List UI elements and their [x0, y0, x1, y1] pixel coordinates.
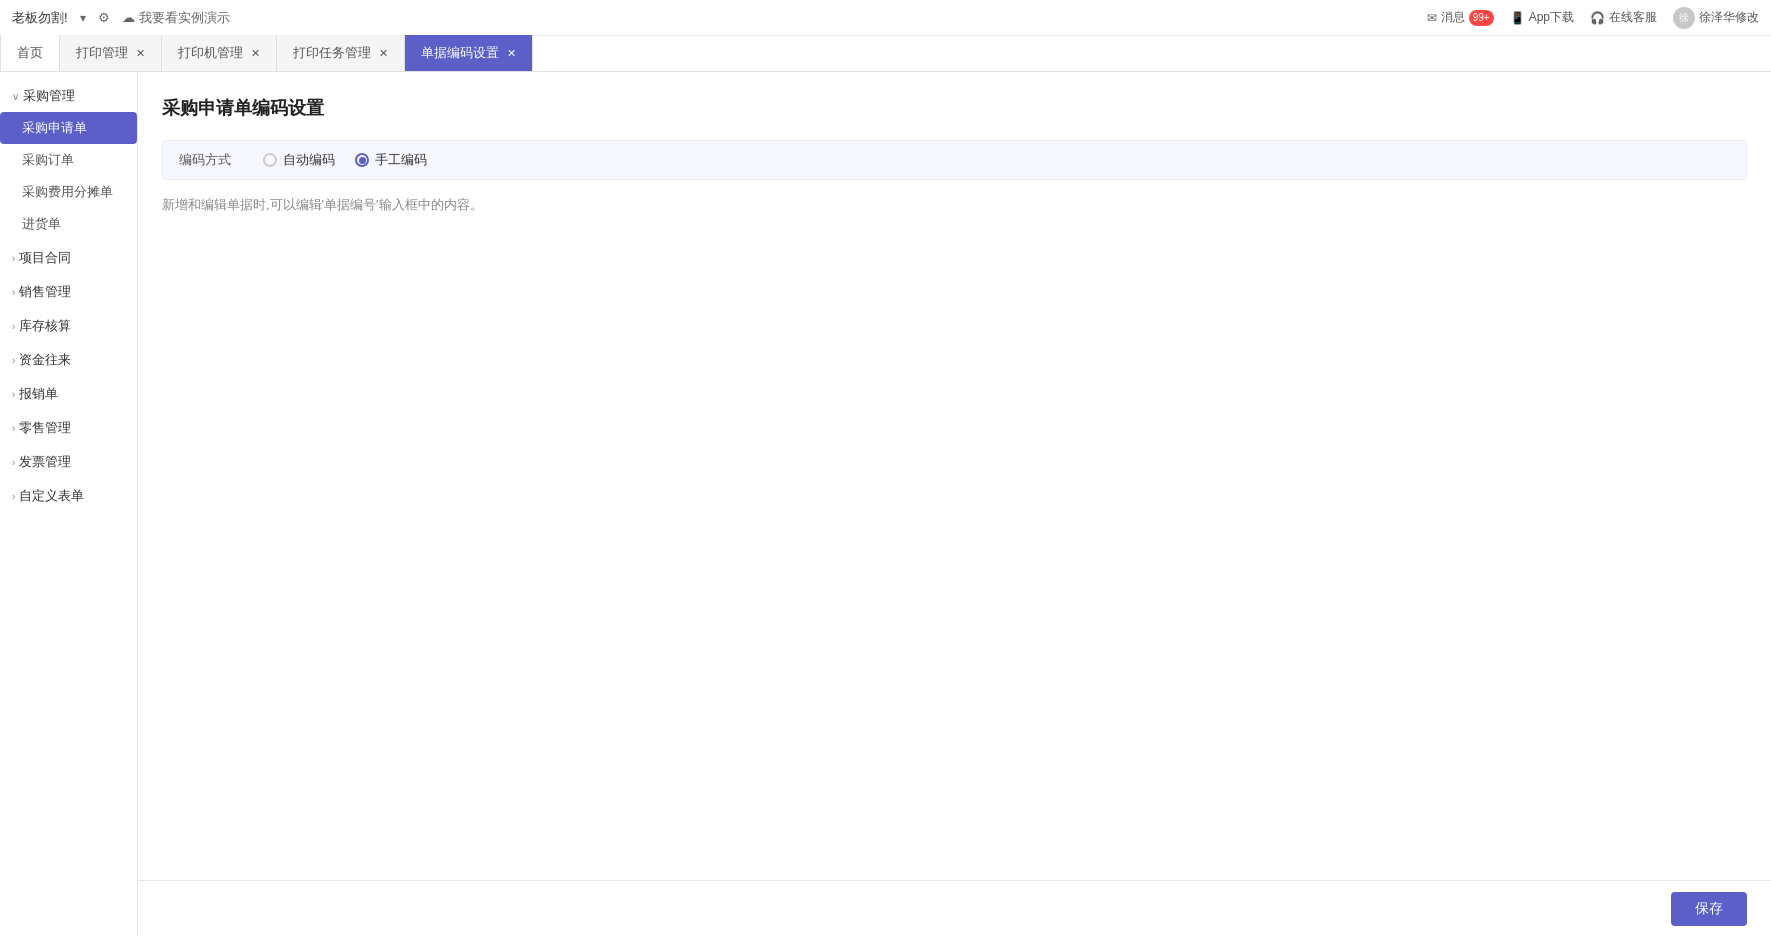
sidebar-group-sales-mgmt-label: 销售管理	[19, 283, 71, 301]
message-badge: 99+	[1469, 10, 1494, 26]
sidebar-group-custom-form: 自定义表单	[0, 480, 137, 512]
sidebar-group-sales-mgmt: 销售管理	[0, 276, 137, 308]
dropdown-arrow-icon[interactable]: ▾	[80, 11, 86, 25]
sidebar-group-fund-flow-label: 资金往来	[19, 351, 71, 369]
tab-print-task-mgmt-label: 打印任务管理	[293, 44, 371, 62]
sidebar-group-inventory: 库存核算	[0, 310, 137, 342]
settings-icon[interactable]: ⚙	[98, 10, 110, 25]
top-bar-left: 老板勿割! ▾ ⚙ ☁ 我要看实例演示	[12, 9, 230, 27]
coding-radio-group: 自动编码 手工编码	[263, 151, 427, 169]
arrow-icon	[12, 253, 15, 264]
sidebar: 采购管理 采购申请单 采购订单 采购费用分摊单 进货单 项目合同	[0, 72, 138, 936]
arrow-icon	[12, 91, 19, 102]
sidebar-group-inventory-title[interactable]: 库存核算	[0, 310, 137, 342]
message-button[interactable]: ✉ 消息 99+	[1427, 9, 1494, 26]
sidebar-group-retail-mgmt: 零售管理	[0, 412, 137, 444]
sidebar-item-purchase-expense-label: 采购费用分摊单	[22, 184, 113, 199]
top-bar-right: ✉ 消息 99+ 📱 App下载 🎧 在线客服 徐 徐泽华修改	[1427, 7, 1759, 29]
manual-code-radio-circle	[355, 153, 369, 167]
sidebar-group-purchase-mgmt-title[interactable]: 采购管理	[0, 80, 137, 112]
sidebar-group-custom-form-title[interactable]: 自定义表单	[0, 480, 137, 512]
app-title: 老板勿割!	[12, 9, 68, 27]
sidebar-group-sales-mgmt-title[interactable]: 销售管理	[0, 276, 137, 308]
tab-printer-mgmt-close[interactable]: ✕	[251, 47, 260, 60]
arrow-icon	[12, 389, 15, 400]
app-download-icon: 📱	[1510, 11, 1525, 25]
sidebar-group-project-contract-label: 项目合同	[19, 249, 71, 267]
tab-print-mgmt[interactable]: 打印管理 ✕	[60, 35, 162, 71]
demo-link[interactable]: ☁ 我要看实例演示	[122, 9, 230, 27]
sidebar-group-retail-mgmt-label: 零售管理	[19, 419, 71, 437]
tab-printer-mgmt[interactable]: 打印机管理 ✕	[162, 35, 277, 71]
coding-method-label: 编码方式	[179, 151, 239, 169]
online-service-button[interactable]: 🎧 在线客服	[1590, 9, 1657, 26]
arrow-icon	[12, 491, 15, 502]
manual-code-radio[interactable]: 手工编码	[355, 151, 427, 169]
tab-print-task-mgmt[interactable]: 打印任务管理 ✕	[277, 35, 405, 71]
sidebar-item-purchase-order[interactable]: 采购订单	[0, 144, 137, 176]
auto-code-label: 自动编码	[283, 151, 335, 169]
tab-home-label: 首页	[17, 44, 43, 62]
tab-printer-mgmt-label: 打印机管理	[178, 44, 243, 62]
arrow-icon	[12, 321, 15, 332]
main-layout: 采购管理 采购申请单 采购订单 采购费用分摊单 进货单 项目合同	[0, 72, 1771, 936]
sidebar-group-return-order-label: 报销单	[19, 385, 58, 403]
page-title: 采购申请单编码设置	[162, 96, 1747, 120]
cloud-icon: ☁	[122, 10, 135, 25]
tab-single-code-settings[interactable]: 单据编码设置 ✕	[405, 35, 533, 71]
auto-code-radio-circle	[263, 153, 277, 167]
sidebar-group-purchase-mgmt-label: 采购管理	[23, 87, 75, 105]
sidebar-group-fund-flow-title[interactable]: 资金往来	[0, 344, 137, 376]
arrow-icon	[12, 355, 15, 366]
sidebar-group-invoice-mgmt: 发票管理	[0, 446, 137, 478]
sidebar-group-inventory-label: 库存核算	[19, 317, 71, 335]
sidebar-group-return-order: 报销单	[0, 378, 137, 410]
tab-home[interactable]: 首页	[0, 35, 60, 71]
coding-method-row: 编码方式 自动编码 手工编码	[162, 140, 1747, 180]
tab-bar: 首页 打印管理 ✕ 打印机管理 ✕ 打印任务管理 ✕ 单据编码设置 ✕	[0, 36, 1771, 72]
sidebar-group-project-contract-title[interactable]: 项目合同	[0, 242, 137, 274]
content-inner: 采购申请单编码设置 编码方式 自动编码 手工编码 新增和编辑单据时,可以编辑'单…	[138, 72, 1771, 936]
sidebar-group-return-order-title[interactable]: 报销单	[0, 378, 137, 410]
save-button[interactable]: 保存	[1671, 892, 1747, 926]
arrow-icon	[12, 457, 15, 468]
user-profile-button[interactable]: 徐 徐泽华修改	[1673, 7, 1759, 29]
sidebar-group-custom-form-label: 自定义表单	[19, 487, 84, 505]
sidebar-item-stock-in-label: 进货单	[22, 216, 61, 231]
tab-print-task-mgmt-close[interactable]: ✕	[379, 47, 388, 60]
sidebar-group-retail-mgmt-title[interactable]: 零售管理	[0, 412, 137, 444]
sidebar-item-purchase-request-label: 采购申请单	[22, 120, 87, 135]
message-icon: ✉	[1427, 11, 1437, 25]
sidebar-item-purchase-expense[interactable]: 采购费用分摊单	[0, 176, 137, 208]
sidebar-item-purchase-request[interactable]: 采购申请单	[0, 112, 137, 144]
app-download-button[interactable]: 📱 App下载	[1510, 9, 1574, 26]
tab-print-mgmt-label: 打印管理	[76, 44, 128, 62]
arrow-icon	[12, 287, 15, 298]
tab-single-code-settings-close[interactable]: ✕	[507, 47, 516, 60]
sidebar-group-project-contract: 项目合同	[0, 242, 137, 274]
sidebar-group-fund-flow: 资金往来	[0, 344, 137, 376]
content-area: 采购申请单编码设置 编码方式 自动编码 手工编码 新增和编辑单据时,可以编辑'单…	[138, 72, 1771, 936]
sidebar-group-invoice-mgmt-title[interactable]: 发票管理	[0, 446, 137, 478]
footer-bar: 保存	[138, 880, 1771, 936]
service-icon: 🎧	[1590, 11, 1605, 25]
hint-text: 新增和编辑单据时,可以编辑'单据编号'输入框中的内容。	[162, 196, 1747, 214]
sidebar-item-purchase-order-label: 采购订单	[22, 152, 74, 167]
top-bar: 老板勿割! ▾ ⚙ ☁ 我要看实例演示 ✉ 消息 99+ 📱 App下载 🎧 在…	[0, 0, 1771, 36]
avatar: 徐	[1673, 7, 1695, 29]
sidebar-item-stock-in[interactable]: 进货单	[0, 208, 137, 240]
arrow-icon	[12, 423, 15, 434]
sidebar-group-purchase-mgmt: 采购管理 采购申请单 采购订单 采购费用分摊单 进货单	[0, 80, 137, 240]
manual-code-label: 手工编码	[375, 151, 427, 169]
sidebar-group-invoice-mgmt-label: 发票管理	[19, 453, 71, 471]
auto-code-radio[interactable]: 自动编码	[263, 151, 335, 169]
tab-single-code-settings-label: 单据编码设置	[421, 44, 499, 62]
tab-print-mgmt-close[interactable]: ✕	[136, 47, 145, 60]
